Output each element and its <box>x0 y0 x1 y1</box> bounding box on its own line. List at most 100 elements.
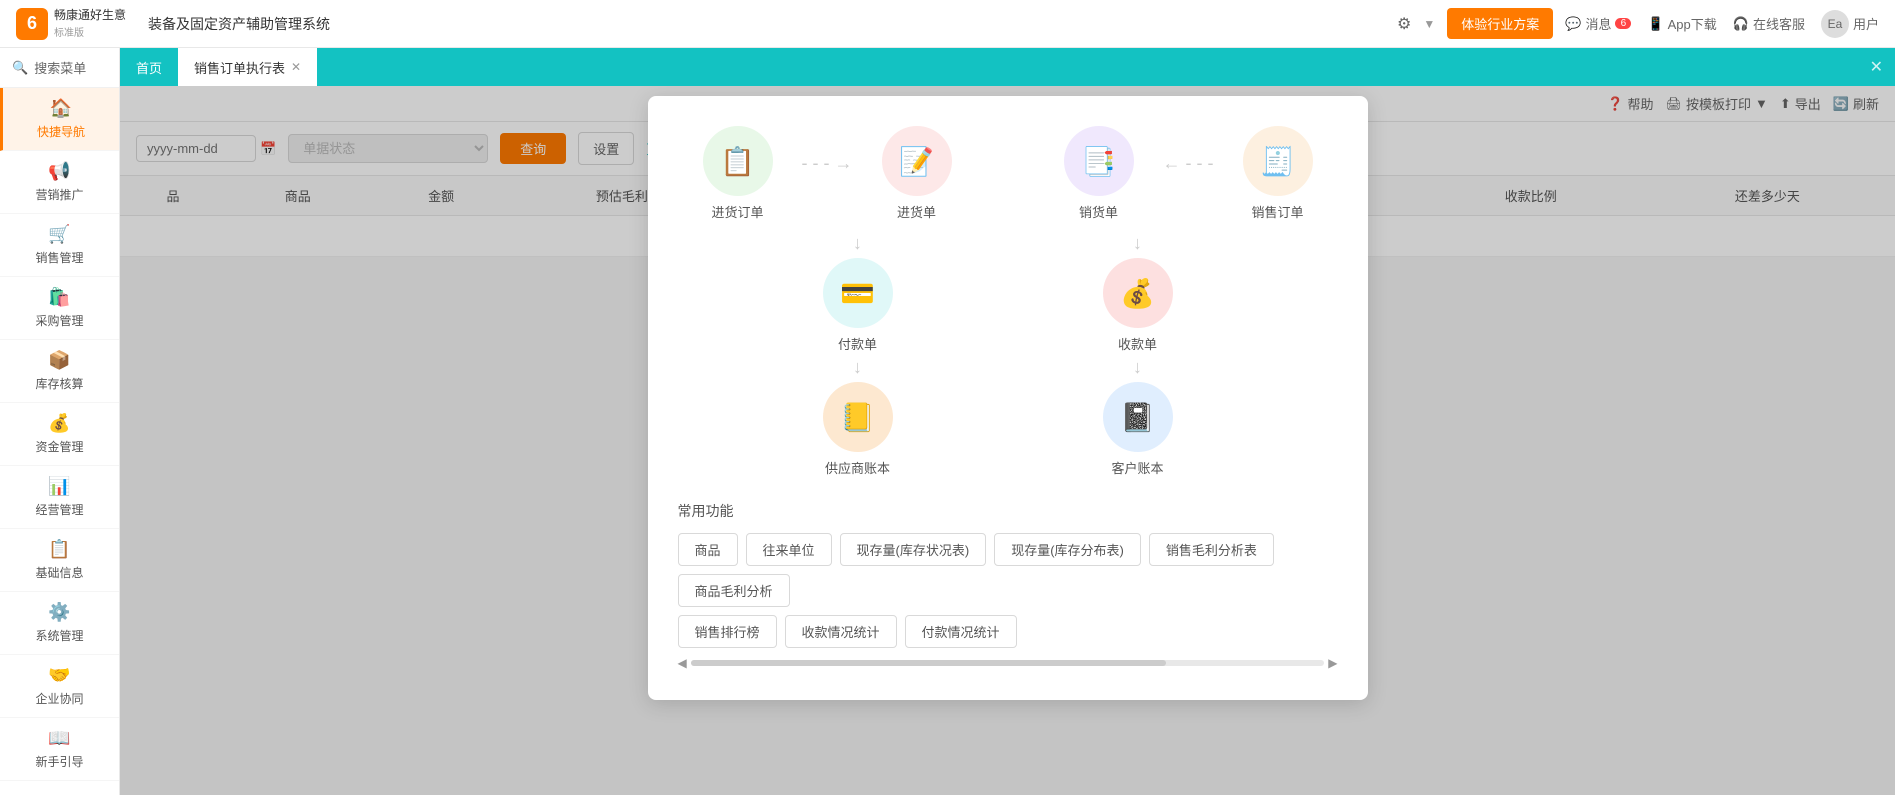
online-service-button[interactable]: 🎧 在线客服 <box>1733 14 1805 33</box>
search-menu-icon: 🔍 <box>12 60 28 76</box>
flow-col-receipt: ↓ 💰 收款单 <box>1078 229 1198 353</box>
sidebar-item-sales[interactable]: 🛒 销售管理 <box>0 214 119 277</box>
flow-node-customer-account[interactable]: 📓 客户账本 <box>1078 382 1198 477</box>
flow-node-sales-order[interactable]: 🧾 销售订单 <box>1218 126 1338 221</box>
arrow-left-1: ← - - - <box>1159 153 1218 174</box>
sys-mgmt-icon: ⚙️ <box>48 602 70 623</box>
scroll-left-icon[interactable]: ◀ <box>678 656 687 670</box>
flow-row-1: 📋 进货订单 - - - → 📝 进货单 <box>678 126 1338 221</box>
app-download-button[interactable]: 📱 App下载 <box>1647 14 1716 33</box>
sidebar-item-basic-info[interactable]: 📋 基础信息 <box>0 529 119 592</box>
sidebar-item-sys-mgmt[interactable]: ⚙️ 系统管理 <box>0 592 119 655</box>
purchase-bill-label: 进货单 <box>897 202 936 221</box>
avatar: Ea <box>1821 10 1849 38</box>
sidebar-label-enterprise: 企业协同 <box>35 690 83 707</box>
customer-account-icon: 📓 <box>1120 401 1155 434</box>
sidebar-label-guide: 新手引导 <box>35 753 83 770</box>
flow-node-payment[interactable]: 💳 付款单 <box>798 258 918 353</box>
common-btn-product[interactable]: 商品 <box>678 533 738 566</box>
payment-circle[interactable]: 💳 <box>823 258 893 328</box>
flow-node-receipt[interactable]: 💰 收款单 <box>1078 258 1198 353</box>
flow-row-2-wrapper: ↓ 💳 付款单 ↓ <box>678 229 1338 353</box>
sidebar-label-purchase: 采购管理 <box>35 312 83 329</box>
supplier-account-circle[interactable]: 📒 <box>823 382 893 452</box>
sidebar-item-enterprise[interactable]: 🤝 企业协同 <box>0 655 119 718</box>
purchase-bill-icon: 📝 <box>899 145 934 178</box>
flow-node-sales-bill[interactable]: 📑 销货单 <box>1039 126 1159 221</box>
sidebar-item-inventory[interactable]: 📦 库存核算 <box>0 340 119 403</box>
sidebar-item-guide[interactable]: 📖 新手引导 <box>0 718 119 781</box>
flow-node-purchase-bill[interactable]: 📝 进货单 <box>857 126 977 221</box>
sidebar-item-marketing[interactable]: 📢 营销推广 <box>0 151 119 214</box>
logo-sub: 标准版 <box>54 24 126 39</box>
arrow-down-3: ↓ <box>853 357 862 378</box>
enterprise-icon: 🤝 <box>48 665 70 686</box>
common-btn-sales-gross[interactable]: 销售毛利分析表 <box>1149 533 1274 566</box>
common-buttons-row-1: 商品 往来单位 现存量(库存状况表) 现存量(库存分布表) 销售毛利分析表 商品… <box>678 533 1338 607</box>
system-dropdown[interactable]: ▼ <box>1423 17 1435 31</box>
tab-close-icon[interactable]: ✕ <box>291 60 301 74</box>
common-btn-stock-status[interactable]: 现存量(库存状况表) <box>840 533 987 566</box>
common-buttons-row-2: 销售排行榜 收款情况统计 付款情况统计 <box>678 615 1338 648</box>
message-button[interactable]: 💬 消息 6 <box>1565 14 1631 33</box>
purchase-icon: 🛍️ <box>48 287 70 308</box>
sales-bill-label: 销货单 <box>1079 202 1118 221</box>
message-label: 消息 <box>1585 14 1611 33</box>
logo-text-area: 畅康通好生意 标准版 <box>54 8 126 39</box>
scroll-track[interactable] <box>691 660 1325 666</box>
home-icon: 🏠 <box>50 98 72 119</box>
sidebar-item-quick-nav[interactable]: 🏠 快捷导航 <box>0 88 119 151</box>
receipt-circle[interactable]: 💰 <box>1103 258 1173 328</box>
content-area: 首页 销售订单执行表 ✕ ✕ ❓ 帮助 🖨 按 <box>120 48 1895 795</box>
sidebar-label-quick-nav: 快捷导航 <box>37 123 85 140</box>
flow-node-supplier-account[interactable]: 📒 供应商账本 <box>798 382 918 477</box>
flow-col-sales-bill: 📑 销货单 <box>1039 126 1159 221</box>
scroll-right-icon[interactable]: ▶ <box>1328 656 1337 670</box>
tab-sales-order[interactable]: 销售订单执行表 ✕ <box>178 48 317 86</box>
flow-node-purchase-order[interactable]: 📋 进货订单 <box>678 126 798 221</box>
purchase-order-circle[interactable]: 📋 <box>703 126 773 196</box>
common-btn-partner[interactable]: 往来单位 <box>746 533 832 566</box>
sales-bill-circle[interactable]: 📑 <box>1064 126 1134 196</box>
sales-order-label: 销售订单 <box>1251 202 1303 221</box>
header-right: 💬 消息 6 📱 App下载 🎧 在线客服 Ea 用户 <box>1565 10 1879 38</box>
tab-home-label: 首页 <box>136 58 162 77</box>
gear-button[interactable]: ⚙ <box>1397 14 1411 34</box>
page-content: ❓ 帮助 🖨 按模板打印 ▼ ⬆ 导出 🔄 刷新 <box>120 86 1895 795</box>
flow-col-customer: ↓ 📓 客户账本 <box>1078 353 1198 477</box>
system-title: 装备及固定资产辅助管理系统 <box>148 14 1385 34</box>
sidebar-label-finance: 资金管理 <box>35 438 83 455</box>
sales-icon: 🛒 <box>48 224 70 245</box>
sidebar: 🔍 搜索菜单 🏠 快捷导航 📢 营销推广 🛒 销售管理 🛍️ 采购管理 📦 <box>0 48 120 795</box>
purchase-order-label: 进货订单 <box>711 202 763 221</box>
sidebar-item-operation[interactable]: 📊 经营管理 <box>0 466 119 529</box>
sidebar-label-inventory: 库存核算 <box>35 375 83 392</box>
flow-col-payment: ↓ 💳 付款单 <box>798 229 918 353</box>
sidebar-item-purchase[interactable]: 🛍️ 采购管理 <box>0 277 119 340</box>
sidebar-item-finance[interactable]: 💰 资金管理 <box>0 403 119 466</box>
tab-home[interactable]: 首页 <box>120 48 178 86</box>
common-btn-stock-dist[interactable]: 现存量(库存分布表) <box>994 533 1141 566</box>
purchase-bill-circle[interactable]: 📝 <box>882 126 952 196</box>
common-btn-product-gross[interactable]: 商品毛利分析 <box>678 574 790 607</box>
logo-area: 6 畅康通好生意 标准版 <box>16 8 136 40</box>
customer-account-circle[interactable]: 📓 <box>1103 382 1173 452</box>
sales-order-circle[interactable]: 🧾 <box>1243 126 1313 196</box>
sidebar-label-sys-mgmt: 系统管理 <box>35 627 83 644</box>
common-btn-sales-rank[interactable]: 销售排行榜 <box>678 615 777 648</box>
receipt-icon: 💰 <box>1120 277 1155 310</box>
sidebar-label-marketing: 营销推广 <box>35 186 83 203</box>
user-menu[interactable]: Ea 用户 <box>1821 10 1879 38</box>
arrow-right-1: - - - → <box>798 153 857 174</box>
basic-info-icon: 📋 <box>48 539 70 560</box>
try-industry-button[interactable]: 体验行业方案 <box>1447 8 1553 39</box>
tab-bar-close-button[interactable]: ✕ <box>1858 57 1895 77</box>
message-badge: 6 <box>1615 18 1631 29</box>
common-btn-receipt-stat[interactable]: 收款情况统计 <box>785 615 897 648</box>
customer-account-label: 客户账本 <box>1111 458 1163 477</box>
app-download-label: App下载 <box>1668 14 1717 33</box>
supplier-account-icon: 📒 <box>840 401 875 434</box>
search-menu-item[interactable]: 🔍 搜索菜单 <box>0 48 119 88</box>
common-btn-payment-stat[interactable]: 付款情况统计 <box>905 615 1017 648</box>
payment-label: 付款单 <box>838 334 877 353</box>
